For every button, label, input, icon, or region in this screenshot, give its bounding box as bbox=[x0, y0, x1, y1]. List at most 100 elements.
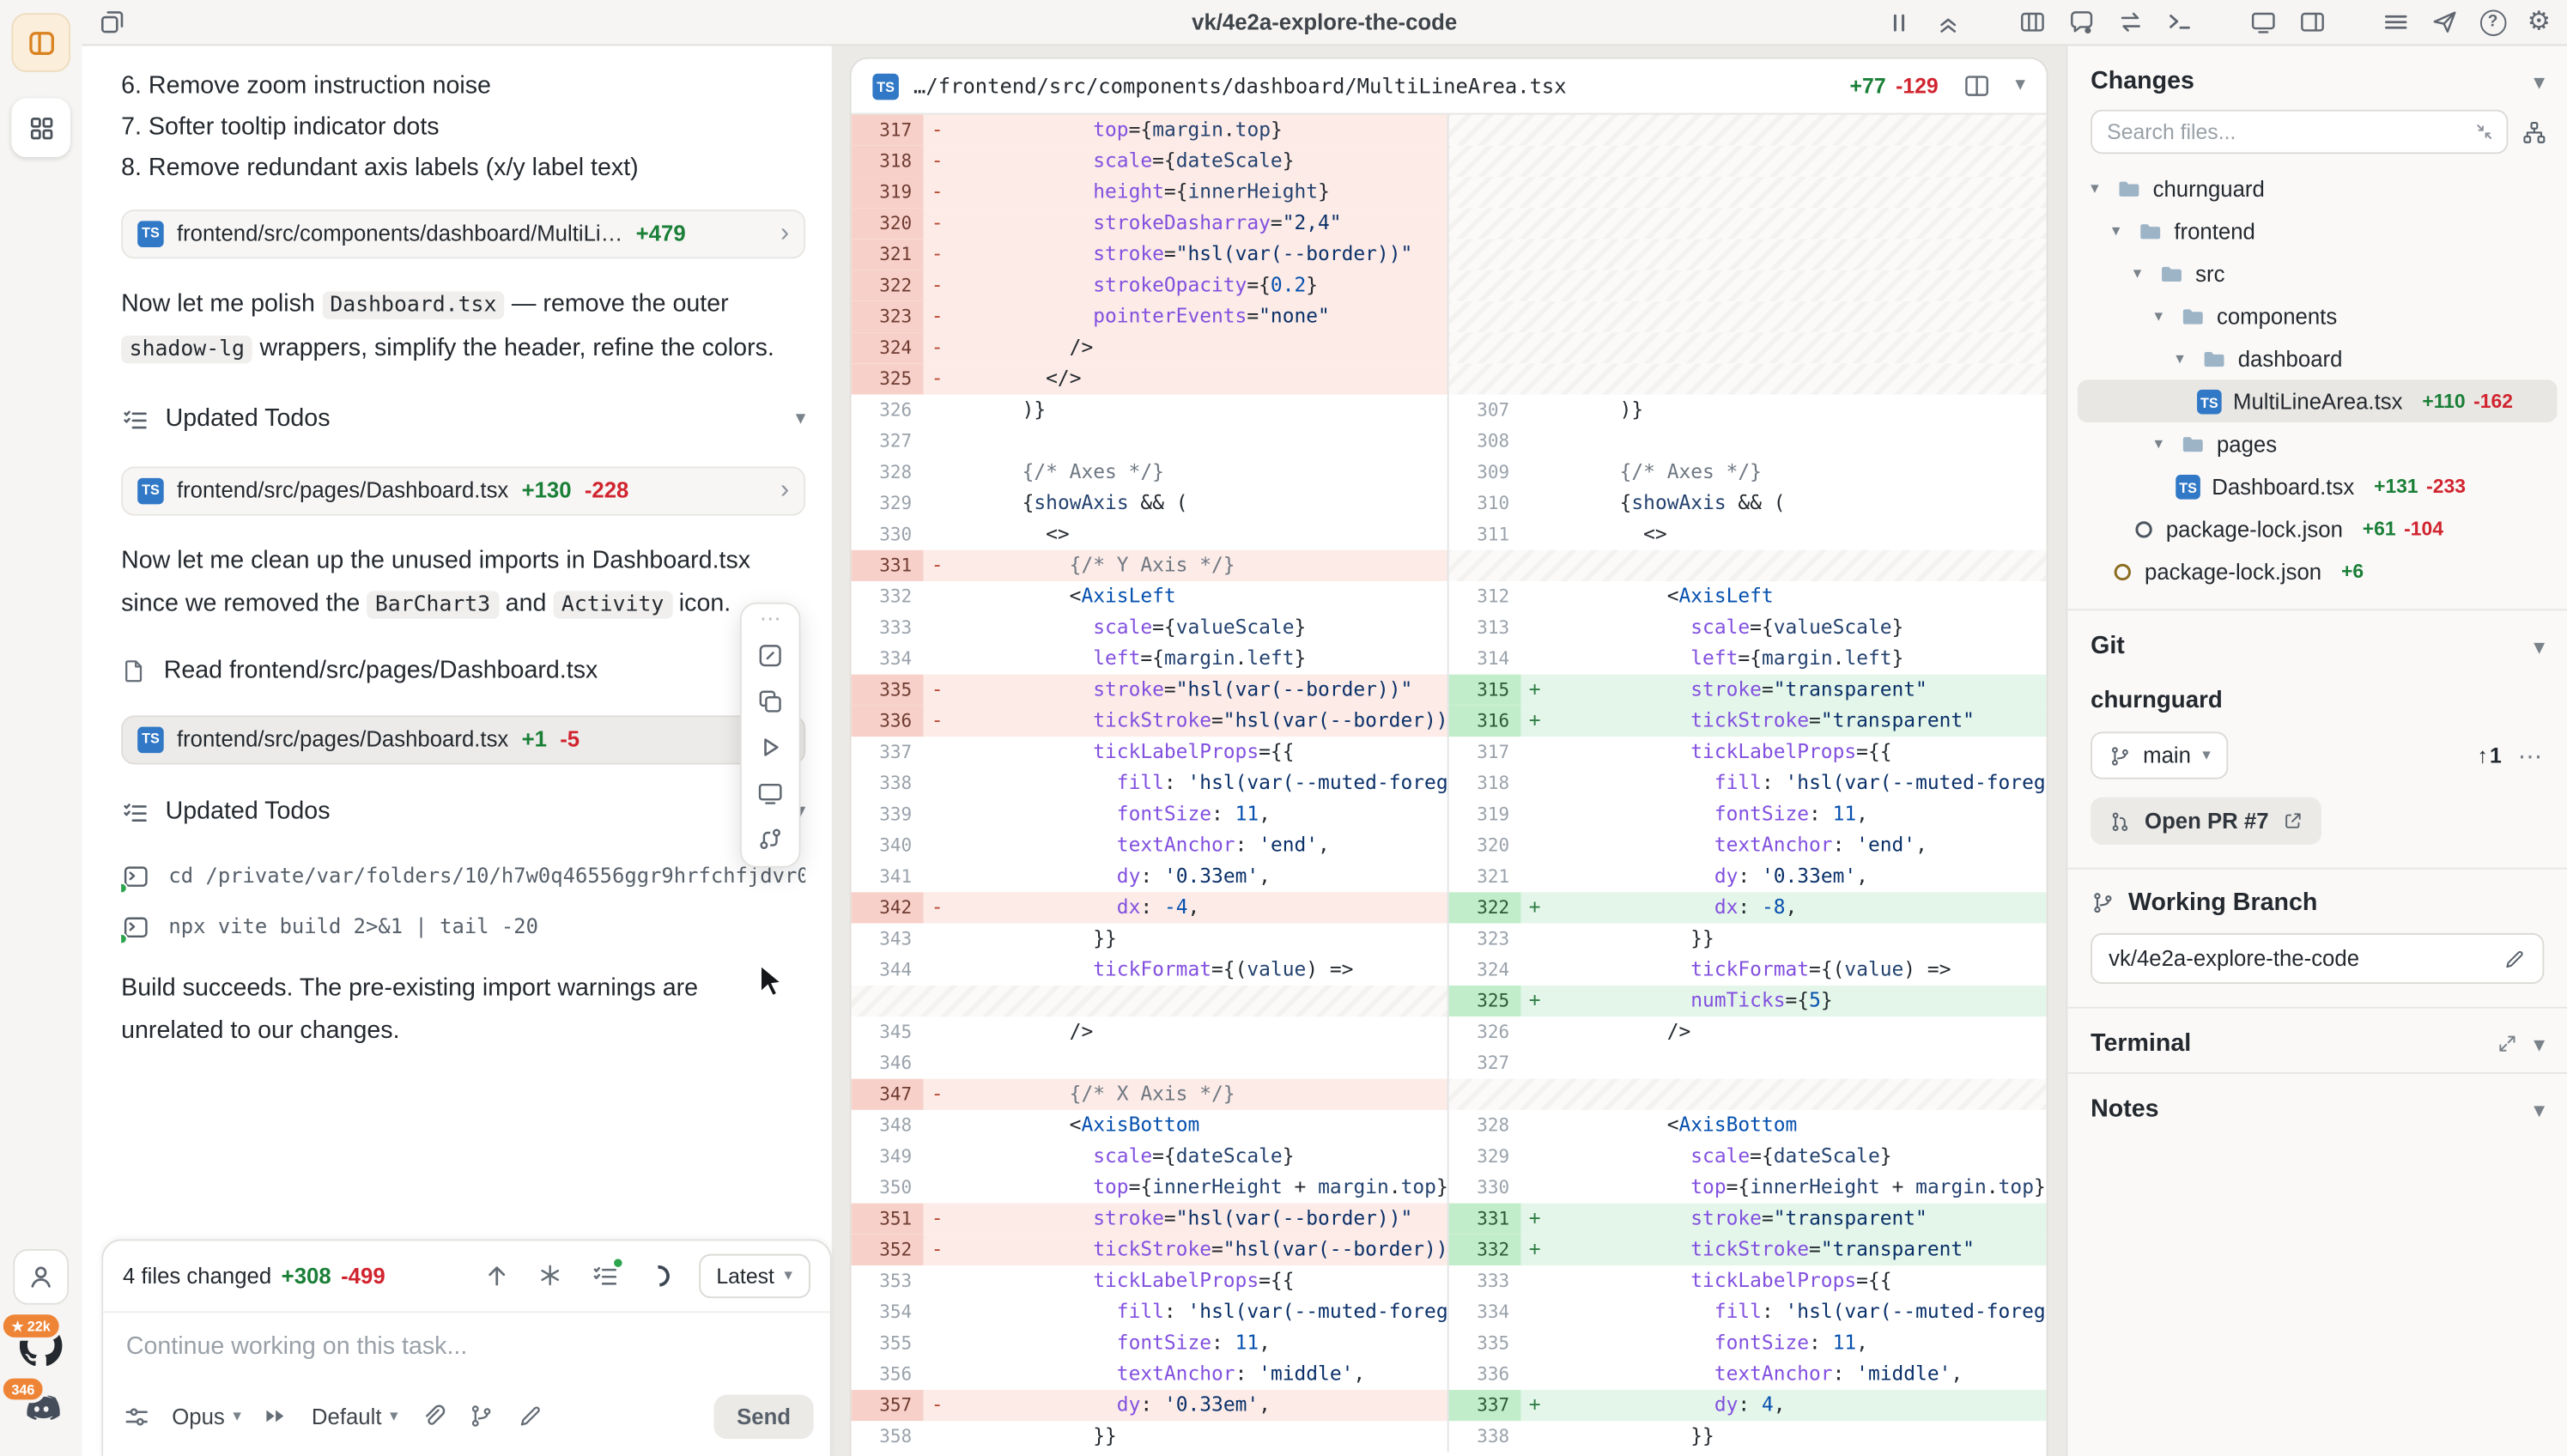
swap-icon[interactable] bbox=[2116, 9, 2144, 36]
diff-left-line[interactable]: 331- {/* Y Axis */} bbox=[852, 550, 1449, 581]
monitor-icon[interactable] bbox=[756, 780, 784, 807]
drag-handle-icon[interactable]: ⋯ bbox=[760, 614, 781, 623]
pause-icon[interactable] bbox=[1885, 9, 1913, 36]
diff-left-line[interactable]: 351- stroke="hsl(var(--border))" bbox=[852, 1204, 1449, 1235]
diff-right-line[interactable]: 331+ stroke="transparent" bbox=[1449, 1204, 2047, 1235]
tree-folder[interactable]: ▾components bbox=[2078, 294, 2558, 337]
diff-right-line[interactable]: 314 left={margin.left} bbox=[1449, 643, 2047, 674]
diff-right-line[interactable]: 327 bbox=[1449, 1047, 2047, 1078]
diff-left-line[interactable]: 335- stroke="hsl(var(--border))" bbox=[852, 675, 1449, 706]
todos-icon[interactable] bbox=[591, 1262, 618, 1289]
diff-left-line[interactable]: 347- {/* X Axis */} bbox=[852, 1079, 1449, 1110]
diff-right-line[interactable]: 334 fill: 'hsl(var(--muted-foreground))'… bbox=[1449, 1296, 2047, 1327]
diff-right-line[interactable]: 338 }} bbox=[1449, 1421, 2047, 1452]
tree-file[interactable]: package-lock.json+6 bbox=[2078, 550, 2558, 593]
diff-left-line[interactable]: 326 )} bbox=[852, 395, 1449, 426]
diff-right-line[interactable]: 321 dy: '0.33em', bbox=[1449, 861, 2047, 892]
diff-left-line[interactable]: 356 textAnchor: 'middle', bbox=[852, 1359, 1449, 1390]
diff-right-line[interactable]: 324 tickFormat={(value) => bbox=[1449, 955, 2047, 986]
open-pr-button[interactable]: Open PR #7 bbox=[2091, 798, 2321, 845]
pencil-icon[interactable] bbox=[2503, 947, 2527, 970]
working-branch-field[interactable]: vk/4e2a-explore-the-code bbox=[2091, 933, 2544, 984]
diff-right-line[interactable]: 333 tickLabelProps={{ bbox=[1449, 1265, 2047, 1296]
file-change-chip[interactable]: TSfrontend/src/components/dashboard/Mult… bbox=[121, 209, 805, 258]
diff-right-line[interactable]: 337+ dy: 4, bbox=[1449, 1390, 2047, 1421]
chat-bubble-icon[interactable] bbox=[2067, 9, 2095, 36]
diff-left-line[interactable]: 345 /> bbox=[852, 1016, 1449, 1047]
diff-left-line[interactable]: 342- dx: -4, bbox=[852, 892, 1449, 923]
diff-left-line[interactable]: 340 textAnchor: 'end', bbox=[852, 830, 1449, 861]
updated-todos-row[interactable]: Updated Todos▾ bbox=[121, 399, 805, 439]
model-select[interactable]: Opus▾ bbox=[172, 1404, 241, 1429]
diff-left-line[interactable]: 327 bbox=[852, 426, 1449, 457]
menu-icon[interactable] bbox=[2382, 9, 2409, 36]
share-icon[interactable] bbox=[2430, 9, 2458, 36]
tree-folder[interactable]: ▾src bbox=[2078, 252, 2558, 295]
diff-right-line[interactable]: 310 {showAxis && ( bbox=[1449, 488, 2047, 519]
chevron-down-icon[interactable]: ▾ bbox=[2015, 72, 2025, 100]
terminal-command-row[interactable]: cd /private/var/folders/10/h7w0q46556ggr… bbox=[121, 859, 805, 892]
app-logo[interactable] bbox=[11, 13, 70, 72]
play-icon[interactable] bbox=[756, 733, 784, 761]
sidebar-right-icon[interactable] bbox=[2298, 9, 2326, 36]
tree-view-icon[interactable] bbox=[2521, 118, 2548, 145]
file-change-chip[interactable]: TSfrontend/src/pages/Dashboard.tsx+1-5 bbox=[121, 715, 805, 764]
fast-forward-icon[interactable] bbox=[263, 1403, 290, 1430]
changes-section-header[interactable]: Changes ▾ bbox=[2067, 46, 2567, 109]
diff-left-line[interactable]: 349 scale={dateScale} bbox=[852, 1141, 1449, 1172]
diff-left-line[interactable]: 344 tickFormat={(value) => bbox=[852, 955, 1449, 986]
pen-icon[interactable] bbox=[518, 1403, 545, 1430]
search-files-input[interactable]: Search files... bbox=[2091, 110, 2508, 154]
git-section-header[interactable]: Git ▾ bbox=[2067, 610, 2567, 674]
diff-left-line[interactable]: 317- top={margin.top} bbox=[852, 114, 1449, 145]
diff-left-line[interactable]: 321- stroke="hsl(var(--border))" bbox=[852, 239, 1449, 270]
git-compare-icon[interactable] bbox=[756, 825, 784, 852]
scroll-up-icon[interactable] bbox=[482, 1262, 510, 1289]
branch-selector[interactable]: main ▾ bbox=[2091, 731, 2229, 779]
diff-right-line[interactable]: 309 {/* Axes */} bbox=[1449, 457, 2047, 488]
latest-dropdown[interactable]: Latest▾ bbox=[698, 1254, 810, 1298]
terminal-command-row[interactable]: npx vite build 2>&1 | tail -20 bbox=[121, 910, 805, 943]
diff-right-line[interactable]: 311 <> bbox=[1449, 519, 2047, 549]
burst-icon[interactable] bbox=[537, 1262, 564, 1289]
diff-right-line[interactable]: 329 scale={dateScale} bbox=[1449, 1141, 2047, 1172]
diff-left-line[interactable]: 348 <AxisBottom bbox=[852, 1110, 1449, 1141]
diff-left-line[interactable]: 324- /> bbox=[852, 332, 1449, 363]
diff-left-line[interactable]: 332 <AxisLeft bbox=[852, 581, 1449, 612]
monitor-icon[interactable] bbox=[2248, 9, 2276, 36]
diff-right-line[interactable]: 332+ tickStroke="transparent" bbox=[1449, 1235, 2047, 1265]
diff-left-line[interactable]: 322- strokeOpacity={0.2} bbox=[852, 270, 1449, 301]
commits-ahead[interactable]: ↑1 bbox=[2478, 743, 2502, 768]
diff-left-line[interactable]: 350 top={innerHeight + margin.top} bbox=[852, 1172, 1449, 1203]
read-file-row[interactable]: Read frontend/src/pages/Dashboard.tsx bbox=[121, 652, 805, 691]
diff-right-line[interactable]: 335 fontSize: 11, bbox=[1449, 1327, 2047, 1358]
mode-select[interactable]: Default▾ bbox=[312, 1404, 398, 1429]
diff-left-line[interactable]: 352- tickStroke="hsl(var(--border))" bbox=[852, 1235, 1449, 1265]
diff-right-line[interactable]: 316+ tickStroke="transparent" bbox=[1449, 706, 2047, 737]
collapse-up-icon[interactable] bbox=[1934, 9, 1962, 36]
diff-left-line[interactable]: 318- scale={dateScale} bbox=[852, 146, 1449, 177]
chat-input[interactable]: Continue working on this task... bbox=[103, 1313, 830, 1385]
tree-file[interactable]: TSMultiLineArea.tsx+110-162 bbox=[2078, 379, 2558, 422]
diff-left-line[interactable]: 341 dy: '0.33em', bbox=[852, 861, 1449, 892]
diff-left-line[interactable]: 354 fill: 'hsl(var(--muted-foreground))'… bbox=[852, 1296, 1449, 1327]
updated-todos-row[interactable]: Updated Todos▾ bbox=[121, 792, 805, 832]
diff-left-line[interactable]: 346 bbox=[852, 1047, 1449, 1078]
diff-right-line[interactable]: 336 textAnchor: 'middle', bbox=[1449, 1359, 2047, 1390]
diff-left-line[interactable]: 339 fontSize: 11, bbox=[852, 799, 1449, 830]
diff-left-line[interactable]: 343 }} bbox=[852, 923, 1449, 954]
tree-folder[interactable]: ▾dashboard bbox=[2078, 337, 2558, 380]
tree-file[interactable]: package-lock.json+61-104 bbox=[2078, 507, 2558, 550]
diff-right-line[interactable]: 330 top={innerHeight + margin.top} bbox=[1449, 1172, 2047, 1203]
account-icon[interactable] bbox=[13, 1249, 69, 1305]
diff-left-line[interactable]: 328 {/* Axes */} bbox=[852, 457, 1449, 488]
diff-left-line[interactable]: 355 fontSize: 11, bbox=[852, 1327, 1449, 1358]
columns-layout-icon[interactable] bbox=[2018, 9, 2046, 36]
workspaces-icon[interactable] bbox=[11, 98, 70, 157]
terminal-icon[interactable] bbox=[2165, 9, 2193, 36]
diff-right-line[interactable]: 308 bbox=[1449, 426, 2047, 457]
diff-left-line[interactable]: 353 tickLabelProps={{ bbox=[852, 1265, 1449, 1296]
notes-section-header[interactable]: Notes ▾ bbox=[2067, 1074, 2567, 1138]
diff-right-line[interactable]: 315+ stroke="transparent" bbox=[1449, 675, 2047, 706]
stack-icon[interactable] bbox=[98, 9, 125, 36]
